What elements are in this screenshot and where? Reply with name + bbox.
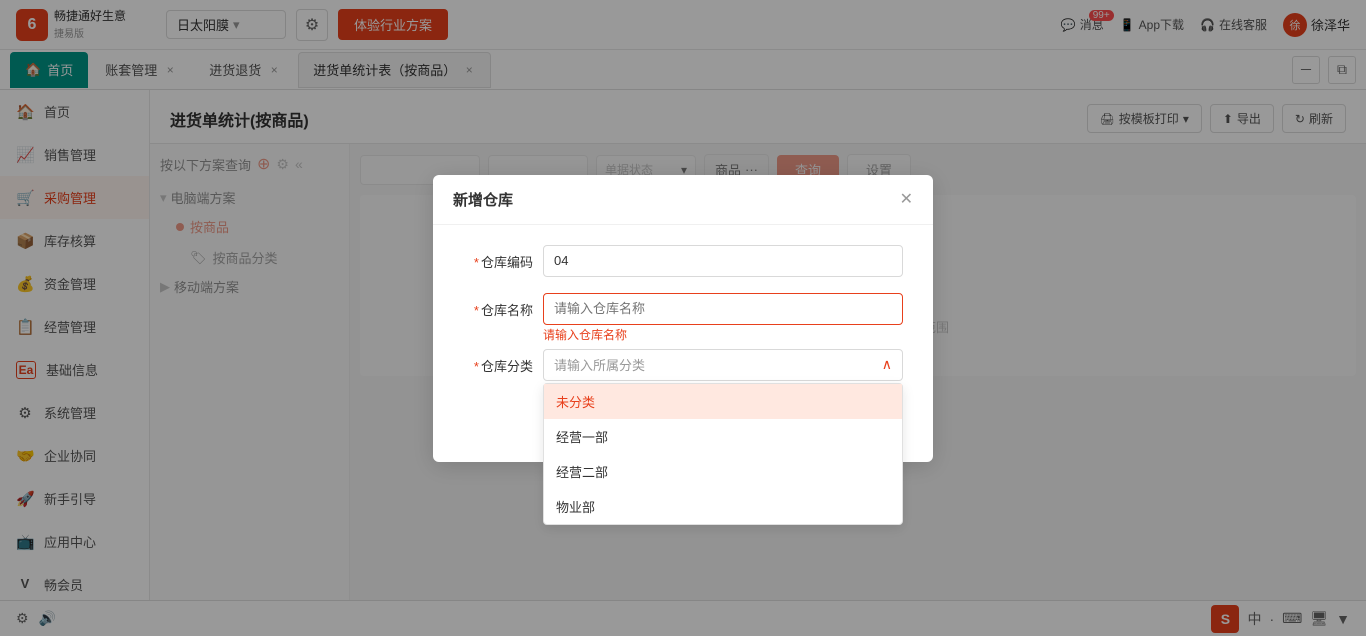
- add-warehouse-modal: 新增仓库 ✕ 仓库编码 仓库名称 请输入仓库名称 仓库分类: [433, 175, 933, 462]
- name-label: 仓库名称: [463, 293, 543, 319]
- category-select-wrapper: 请输入所属分类 ∧ 未分类 经营一部 经营二部 物业部: [543, 349, 903, 381]
- form-row-code: 仓库编码: [463, 245, 903, 277]
- form-row-category: 仓库分类 请输入所属分类 ∧ 未分类 经营一部 经营二部 物业部: [463, 349, 903, 381]
- modal-overlay: 新增仓库 ✕ 仓库编码 仓库名称 请输入仓库名称 仓库分类: [0, 0, 1366, 636]
- form-row-name: 仓库名称 请输入仓库名称: [463, 293, 903, 325]
- dropdown-item-3[interactable]: 物业部: [544, 489, 902, 524]
- modal-header: 新增仓库 ✕: [433, 175, 933, 225]
- category-select[interactable]: 请输入所属分类 ∧: [543, 349, 903, 381]
- code-input[interactable]: [543, 245, 903, 277]
- name-error-msg: 请输入仓库名称: [543, 326, 627, 343]
- category-label: 仓库分类: [463, 349, 543, 375]
- modal-close-btn[interactable]: ✕: [900, 189, 913, 209]
- category-dropdown: 未分类 经营一部 经营二部 物业部: [543, 383, 903, 525]
- modal-body: 仓库编码 仓库名称 请输入仓库名称 仓库分类 请输入所属分类 ∧: [433, 225, 933, 401]
- category-placeholder: 请输入所属分类: [554, 355, 645, 374]
- dropdown-item-1[interactable]: 经营一部: [544, 419, 902, 454]
- code-label: 仓库编码: [463, 245, 543, 271]
- dropdown-item-2[interactable]: 经营二部: [544, 454, 902, 489]
- select-arrow-icon: ∧: [882, 356, 892, 373]
- name-input[interactable]: [543, 293, 903, 325]
- dropdown-item-0[interactable]: 未分类: [544, 384, 902, 419]
- modal-title: 新增仓库: [453, 189, 513, 210]
